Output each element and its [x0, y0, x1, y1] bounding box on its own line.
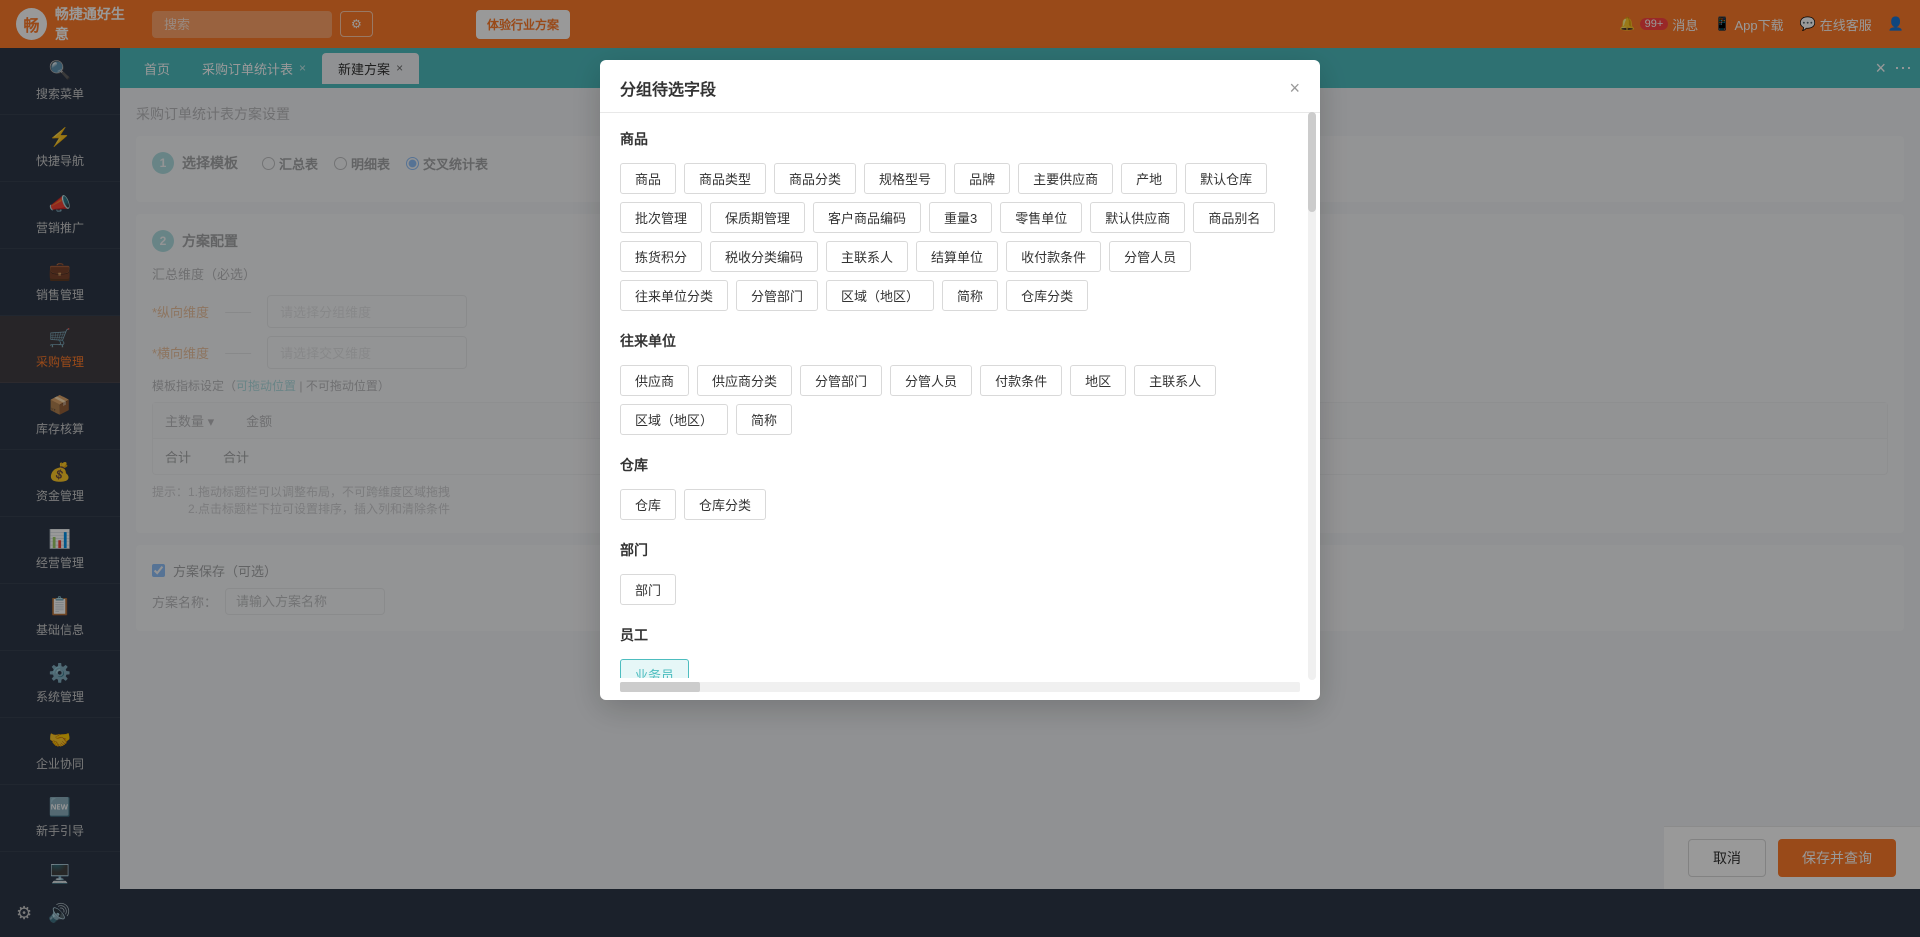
field-tag-tax-code[interactable]: 税收分类编码: [710, 241, 818, 272]
field-tag-customer-code[interactable]: 客户商品编码: [813, 202, 921, 233]
field-tag-default-supplier[interactable]: 默认供应商: [1090, 202, 1185, 233]
field-tag-main-contact-partner[interactable]: 主联系人: [1134, 365, 1216, 396]
dialog-body: 商品 商品 商品类型 商品分类 规格型号 品牌 主要供应商 产地 默认仓库 批次…: [600, 113, 1320, 678]
field-group-partner: 往来单位 供应商 供应商分类 分管部门 分管人员 付款条件 地区 主联系人 区域…: [620, 331, 1300, 435]
partner-fields: 供应商 供应商分类 分管部门 分管人员 付款条件 地区 主联系人 区域（地区） …: [620, 365, 1300, 435]
field-tag-warehouse[interactable]: 仓库: [620, 489, 676, 520]
field-group-goods: 商品 商品 商品类型 商品分类 规格型号 品牌 主要供应商 产地 默认仓库 批次…: [620, 129, 1300, 311]
field-tag-retail-unit[interactable]: 零售单位: [1000, 202, 1082, 233]
department-group-title: 部门: [620, 540, 1300, 564]
field-tag-brand[interactable]: 品牌: [954, 163, 1010, 194]
field-tag-pay-condition[interactable]: 付款条件: [980, 365, 1062, 396]
field-group-department: 部门 部门: [620, 540, 1300, 605]
field-tag-supplier-category[interactable]: 供应商分类: [697, 365, 792, 396]
field-tag-main-supplier[interactable]: 主要供应商: [1018, 163, 1113, 194]
field-tag-pick-score[interactable]: 拣货积分: [620, 241, 702, 272]
field-tag-main-contact[interactable]: 主联系人: [826, 241, 908, 272]
dialog-title: 分组待选字段: [620, 76, 716, 100]
field-tag-payment-terms[interactable]: 收付款条件: [1006, 241, 1101, 272]
dialog-header: 分组待选字段 ×: [600, 60, 1320, 113]
field-group-employee: 员工 业务员: [620, 625, 1300, 678]
dialog-hscrollbar[interactable]: [620, 682, 1300, 692]
field-tag-weight[interactable]: 重量3: [929, 202, 992, 233]
field-tag-managing-person[interactable]: 分管人员: [890, 365, 972, 396]
dialog-hscroll-thumb: [620, 682, 700, 692]
field-tag-spec-model[interactable]: 规格型号: [864, 163, 946, 194]
dialog-vscroll-thumb: [1308, 112, 1316, 212]
field-tag-department[interactable]: 部门: [620, 574, 676, 605]
field-tag-partner-category[interactable]: 往来单位分类: [620, 280, 728, 311]
dialog-overlay: 分组待选字段 × 商品 商品 商品类型 商品分类 规格型号 品牌 主要供应商 产…: [0, 0, 1920, 937]
field-tag-default-warehouse[interactable]: 默认仓库: [1185, 163, 1267, 194]
field-tag-region-area[interactable]: 区域（地区）: [620, 404, 728, 435]
field-tag-settlement-unit[interactable]: 结算单位: [916, 241, 998, 272]
field-tag-dept[interactable]: 分管部门: [736, 280, 818, 311]
field-tag-goods-alias[interactable]: 商品别名: [1193, 202, 1275, 233]
goods-fields: 商品 商品类型 商品分类 规格型号 品牌 主要供应商 产地 默认仓库 批次管理 …: [620, 163, 1300, 311]
field-group-warehouse: 仓库 仓库 仓库分类: [620, 455, 1300, 520]
field-tag-batch[interactable]: 批次管理: [620, 202, 702, 233]
department-fields: 部门: [620, 574, 1300, 605]
warehouse-fields: 仓库 仓库分类: [620, 489, 1300, 520]
field-tag-shelf-life[interactable]: 保质期管理: [710, 202, 805, 233]
field-tag-warehouse-category[interactable]: 仓库分类: [1006, 280, 1088, 311]
field-select-dialog: 分组待选字段 × 商品 商品 商品类型 商品分类 规格型号 品牌 主要供应商 产…: [600, 60, 1320, 700]
field-tag-warehouse-cat[interactable]: 仓库分类: [684, 489, 766, 520]
field-tag-managing-dept[interactable]: 分管部门: [800, 365, 882, 396]
warehouse-group-title: 仓库: [620, 455, 1300, 479]
goods-group-title: 商品: [620, 129, 1300, 153]
field-tag-salesperson[interactable]: 业务员: [620, 659, 689, 678]
field-tag-goods-type[interactable]: 商品类型: [684, 163, 766, 194]
field-tag-goods[interactable]: 商品: [620, 163, 676, 194]
dialog-close-button[interactable]: ×: [1289, 79, 1300, 97]
field-tag-origin[interactable]: 产地: [1121, 163, 1177, 194]
field-tag-short-name-partner[interactable]: 简称: [736, 404, 792, 435]
dialog-hscroll-container: [600, 678, 1320, 700]
field-tag-short-name[interactable]: 简称: [942, 280, 998, 311]
employee-fields: 业务员: [620, 659, 1300, 678]
field-tag-region[interactable]: 区域（地区）: [826, 280, 934, 311]
partner-group-title: 往来单位: [620, 331, 1300, 355]
field-tag-supervisor[interactable]: 分管人员: [1109, 241, 1191, 272]
field-tag-area[interactable]: 地区: [1070, 365, 1126, 396]
dialog-vscrollbar[interactable]: [1308, 112, 1316, 680]
field-tag-supplier[interactable]: 供应商: [620, 365, 689, 396]
field-tag-goods-category[interactable]: 商品分类: [774, 163, 856, 194]
employee-group-title: 员工: [620, 625, 1300, 649]
